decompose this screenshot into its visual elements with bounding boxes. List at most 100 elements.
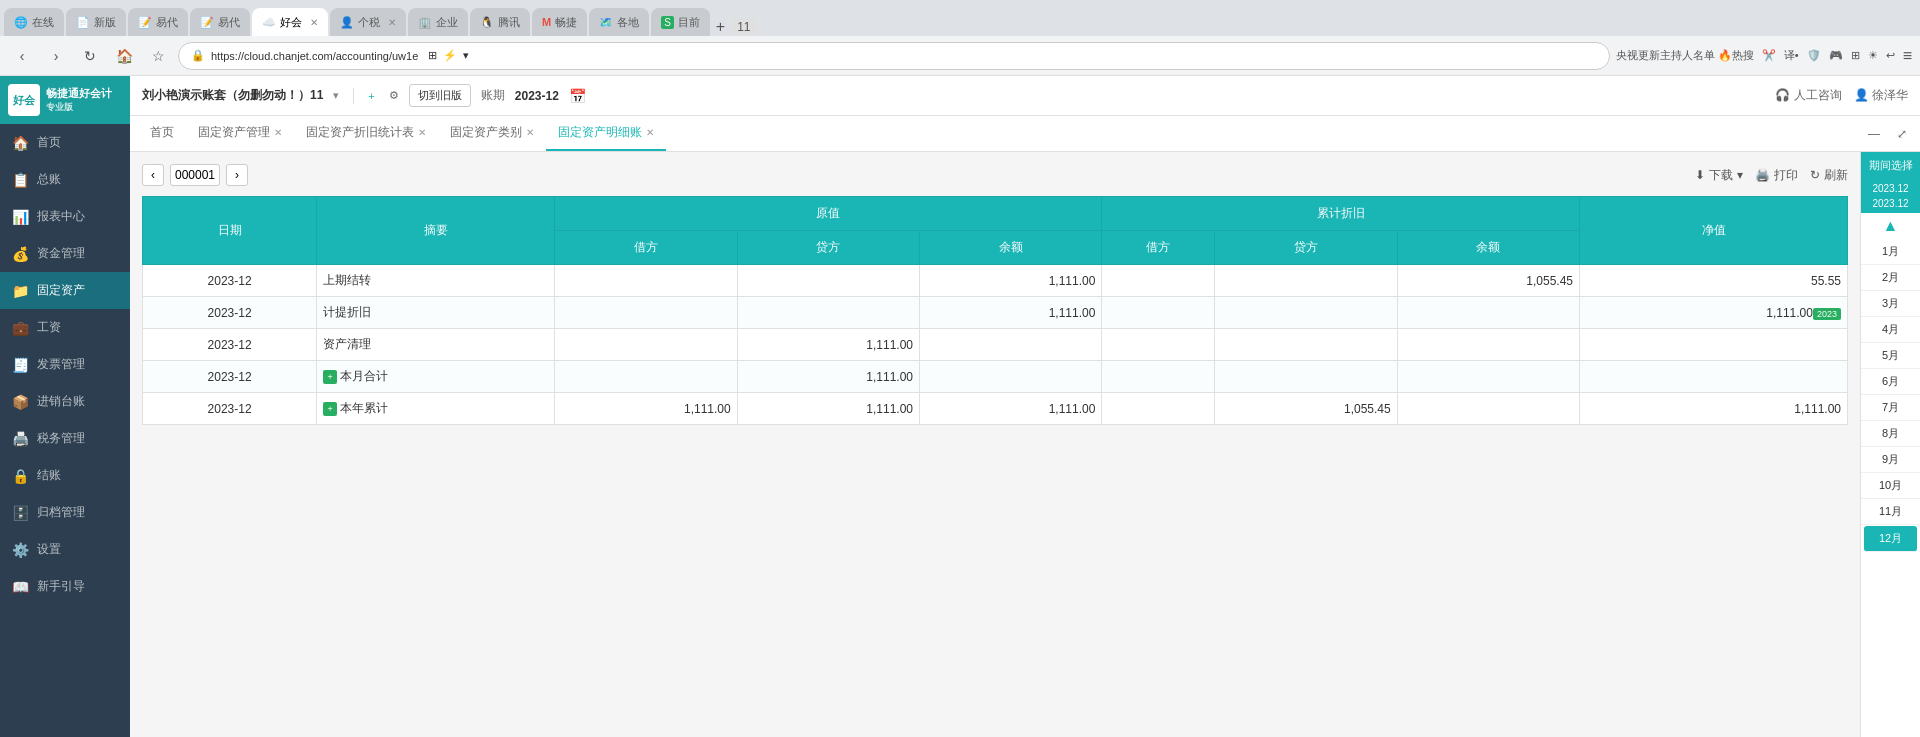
period-month-12[interactable]: 12月 <box>1864 526 1917 552</box>
grid-icon[interactable]: ⊞ <box>1851 49 1860 62</box>
cell-orig-balance: 1,111.00 <box>920 265 1102 297</box>
cell-depr-debit <box>1102 361 1215 393</box>
tab-close-icon[interactable]: ✕ <box>388 17 396 28</box>
forward-button[interactable]: › <box>42 42 70 70</box>
browser-tab-new[interactable]: 📄 新版 <box>66 8 126 36</box>
top-bar-actions: 🎧 人工咨询 👤 徐泽华 <box>1775 87 1908 104</box>
period-month-5[interactable]: 5月 <box>1861 343 1920 369</box>
browser-tab-yidai2[interactable]: 📝 易代 <box>190 8 250 36</box>
cell-orig-credit <box>737 265 919 297</box>
brightness-icon[interactable]: ☀ <box>1868 49 1878 62</box>
tab-depreciation-stats[interactable]: 固定资产折旧统计表 ✕ <box>294 116 438 151</box>
download-button[interactable]: ⬇ 下载 ▾ <box>1695 167 1743 184</box>
tab-fixed-assets-management[interactable]: 固定资产管理 ✕ <box>186 116 294 151</box>
period-month-3[interactable]: 3月 <box>1861 291 1920 317</box>
print-button[interactable]: 🖨️ 打印 <box>1755 167 1798 184</box>
calendar-icon[interactable]: 📅 <box>569 88 586 104</box>
period-month-7[interactable]: 7月 <box>1861 395 1920 421</box>
sidebar-item-tax[interactable]: 🖨️ 税务管理 <box>0 420 130 457</box>
menu-icon[interactable]: ≡ <box>1903 47 1912 65</box>
switch-version-button[interactable]: 切到旧版 <box>409 84 471 107</box>
browser-tab-changjie[interactable]: M 畅捷 <box>532 8 587 36</box>
period-dates: 2023.12 2023.12 <box>1861 179 1920 213</box>
tab-close-icon[interactable]: ✕ <box>274 127 282 138</box>
tab-fixed-assets-detail-ledger[interactable]: 固定资产明细账 ✕ <box>546 116 666 151</box>
period-month-8[interactable]: 8月 <box>1861 421 1920 447</box>
period-month-2[interactable]: 2月 <box>1861 265 1920 291</box>
sidebar-item-close-accounts[interactable]: 🔒 结账 <box>0 457 130 494</box>
sidebar-item-report-center[interactable]: 📊 报表中心 <box>0 198 130 235</box>
period-month-10[interactable]: 10月 <box>1861 473 1920 499</box>
browser-tab-online[interactable]: 🌐 在线 <box>4 8 64 36</box>
dropdown-chevron-icon: ▾ <box>1737 168 1743 182</box>
sidebar-item-guide[interactable]: 📖 新手引导 <box>0 568 130 605</box>
browser-tab-qiye[interactable]: 🏢 企业 <box>408 8 468 36</box>
sidebar-item-home[interactable]: 🏠 首页 <box>0 124 130 161</box>
sidebar-item-archive[interactable]: 🗄️ 归档管理 <box>0 494 130 531</box>
tab-close-icon[interactable]: ✕ <box>310 17 318 28</box>
settings-gear-icon[interactable]: ⚙ <box>389 89 399 102</box>
cell-depr-balance: 1,055.45 <box>1397 265 1579 297</box>
user-profile-btn[interactable]: 👤 徐泽华 <box>1854 87 1908 104</box>
period-month-4[interactable]: 4月 <box>1861 317 1920 343</box>
home-button[interactable]: 🏠 <box>110 42 138 70</box>
tab-close-icon[interactable]: ✕ <box>526 127 534 138</box>
prev-page-button[interactable]: ‹ <box>142 164 164 186</box>
browser-tab-muqian[interactable]: S 目前 <box>651 8 710 36</box>
add-account-btn[interactable]: + <box>368 90 374 102</box>
minimize-icon[interactable]: — <box>1864 124 1884 144</box>
period-month-9[interactable]: 9月 <box>1861 447 1920 473</box>
new-tab-controls: + 11 <box>716 18 757 36</box>
period-month-11[interactable]: 11月 <box>1861 499 1920 525</box>
scroll-up-button[interactable]: ▲ <box>1861 213 1920 239</box>
translate-icon[interactable]: 译• <box>1784 48 1799 63</box>
browser-tab-gedi[interactable]: 🗺️ 各地 <box>589 8 649 36</box>
tab-fixed-assets-category[interactable]: 固定资产类别 ✕ <box>438 116 546 151</box>
sidebar-item-salary[interactable]: 💼 工资 <box>0 309 130 346</box>
logo-sub: 专业版 <box>46 101 112 114</box>
browser-tab-haohui[interactable]: ☁️ 好会 ✕ <box>252 8 328 36</box>
period-month-6[interactable]: 6月 <box>1861 369 1920 395</box>
help-btn[interactable]: 🎧 人工咨询 <box>1775 87 1841 104</box>
sidebar-item-invoice[interactable]: 🧾 发票管理 <box>0 346 130 383</box>
dropdown-icon[interactable]: ▾ <box>463 49 469 62</box>
sidebar-item-settings[interactable]: ⚙️ 设置 <box>0 531 130 568</box>
bookmark-button[interactable]: ☆ <box>144 42 172 70</box>
cut-icon[interactable]: ✂️ <box>1762 49 1776 62</box>
browser-tab-yidai1[interactable]: 📝 易代 <box>128 8 188 36</box>
history-icon[interactable]: ↩ <box>1886 49 1895 62</box>
period-end-date: 2023.12 <box>1863 196 1918 211</box>
back-button[interactable]: ‹ <box>8 42 36 70</box>
tab-home[interactable]: 首页 <box>138 116 186 151</box>
period-month-1[interactable]: 1月 <box>1861 239 1920 265</box>
tab-close-icon[interactable]: ✕ <box>646 127 654 138</box>
cell-summary: 计提折旧 <box>317 297 555 329</box>
maximize-icon[interactable]: ⤢ <box>1892 124 1912 144</box>
sidebar-item-fixed-assets[interactable]: 📁 固定资产 <box>0 272 130 309</box>
browser-tab-geshui[interactable]: 👤 个税 ✕ <box>330 8 406 36</box>
new-tab-btn[interactable]: + <box>716 18 725 36</box>
dropdown-arrow[interactable]: ▾ <box>333 89 339 102</box>
extension-icon[interactable]: 🛡️ <box>1807 49 1821 62</box>
refresh-button[interactable]: ↻ 刷新 <box>1810 167 1848 184</box>
sidebar-item-fund-management[interactable]: 💰 资金管理 <box>0 235 130 272</box>
tab-icon: 📄 <box>76 16 90 29</box>
page-number-input[interactable] <box>170 164 220 186</box>
tab-close-icon[interactable]: ✕ <box>418 127 426 138</box>
table-row: 2023-12 计提折旧 1,111.00 1,111.002023 <box>143 297 1848 329</box>
next-page-button[interactable]: › <box>226 164 248 186</box>
sidebar-item-purchase-sale[interactable]: 📦 进销台账 <box>0 383 130 420</box>
cell-orig-balance: 1,111.00 <box>920 393 1102 425</box>
browser-tab-tengxun[interactable]: 🐧 腾讯 <box>470 8 530 36</box>
refresh-button[interactable]: ↻ <box>76 42 104 70</box>
game-icon[interactable]: 🎮 <box>1829 49 1843 62</box>
cell-orig-debit: 1,111.00 <box>555 393 737 425</box>
url-bar[interactable]: 🔒 https://cloud.chanjet.com/accounting/u… <box>178 42 1610 70</box>
pagination-control: ‹ › <box>142 164 248 186</box>
cell-depr-credit: 1,055.45 <box>1215 393 1397 425</box>
closeacc-icon: 🔒 <box>12 468 29 484</box>
sidebar-item-general-ledger[interactable]: 📋 总账 <box>0 161 130 198</box>
tab-icon: 📝 <box>138 16 152 29</box>
cell-depr-credit <box>1215 329 1397 361</box>
table-row: 2023-12 +本月合计 1,111.00 <box>143 361 1848 393</box>
